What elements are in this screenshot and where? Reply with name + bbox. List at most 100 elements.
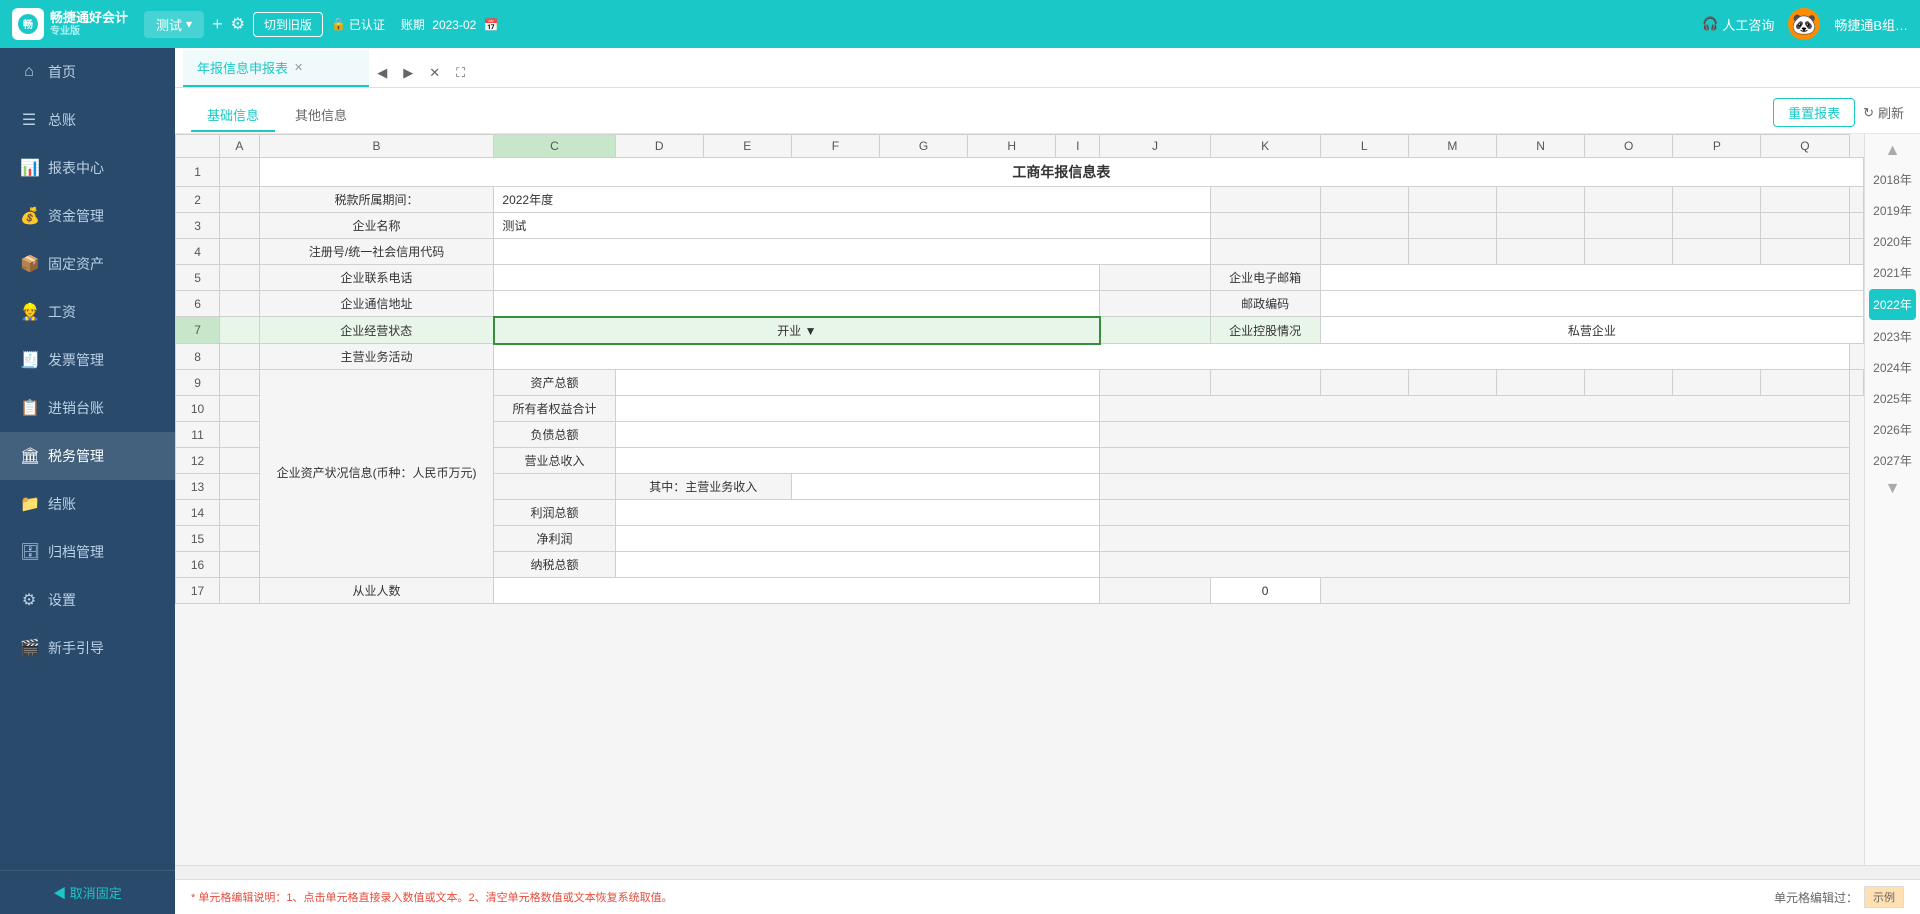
col-header-j[interactable]: J: [1100, 135, 1210, 158]
cell-4o[interactable]: [1673, 239, 1761, 265]
col-header-b[interactable]: B: [259, 135, 494, 158]
cell-10d[interactable]: [615, 396, 1100, 422]
cell-9i[interactable]: [1100, 370, 1210, 396]
cell-12a[interactable]: [220, 448, 260, 474]
cell-3a[interactable]: [220, 213, 260, 239]
cell-3j[interactable]: [1210, 213, 1320, 239]
cell-5k[interactable]: [1320, 265, 1863, 291]
cell-14rest[interactable]: [1100, 500, 1849, 526]
sidebar-item-固定资产[interactable]: 📦 固定资产: [0, 240, 175, 288]
cell-10rest[interactable]: [1100, 396, 1849, 422]
cell-9l[interactable]: [1408, 370, 1496, 396]
cell-6k[interactable]: [1320, 291, 1863, 317]
cell-9j[interactable]: [1210, 370, 1320, 396]
cell-3k[interactable]: [1320, 213, 1408, 239]
cell-2p[interactable]: [1761, 187, 1849, 213]
cell-5a[interactable]: [220, 265, 260, 291]
year-item-2026年[interactable]: 2026年: [1865, 414, 1920, 445]
sidebar-item-归档管理[interactable]: 🗄 归档管理: [0, 528, 175, 576]
col-header-a[interactable]: A: [220, 135, 260, 158]
sidebar-item-进销台账[interactable]: 📋 进销台账: [0, 384, 175, 432]
year-item-2025年[interactable]: 2025年: [1865, 383, 1920, 414]
cell-7a[interactable]: [220, 317, 260, 344]
col-header-k[interactable]: K: [1210, 135, 1320, 158]
col-header-o[interactable]: O: [1585, 135, 1673, 158]
cell-4j[interactable]: [1210, 239, 1320, 265]
cell-17k[interactable]: 0: [1210, 578, 1320, 604]
cell-16d[interactable]: [615, 552, 1100, 578]
add-icon[interactable]: +: [212, 14, 223, 35]
cell-4m[interactable]: [1496, 239, 1584, 265]
cell-16a[interactable]: [220, 552, 260, 578]
cell-5i[interactable]: [1100, 265, 1210, 291]
cell-4q[interactable]: [1849, 239, 1863, 265]
cell-11a[interactable]: [220, 422, 260, 448]
cell-2j[interactable]: [1210, 187, 1320, 213]
col-header-d[interactable]: D: [615, 135, 703, 158]
cell-4a[interactable]: [220, 239, 260, 265]
cell-3c[interactable]: 测试: [494, 213, 1210, 239]
tab-prev-button[interactable]: ◀: [369, 59, 395, 87]
cell-5c[interactable]: [494, 265, 1100, 291]
col-header-e[interactable]: E: [703, 135, 791, 158]
reset-report-button[interactable]: 重置报表: [1773, 98, 1855, 127]
cell-6c[interactable]: [494, 291, 1100, 317]
switch-version-button[interactable]: 切到旧版: [253, 12, 323, 37]
user-avatar[interactable]: 🐼: [1788, 8, 1820, 40]
cell-2o[interactable]: [1673, 187, 1761, 213]
col-header-p[interactable]: P: [1673, 135, 1761, 158]
tab-8[interactable]: 年报信息申报表✕: [183, 50, 369, 87]
cell-14a[interactable]: [220, 500, 260, 526]
cell-4c[interactable]: [494, 239, 1210, 265]
sidebar-item-新手引导[interactable]: 🎬 新手引导: [0, 624, 175, 672]
refresh-button[interactable]: ↻ 刷新: [1863, 98, 1904, 127]
cell-4k[interactable]: [1320, 239, 1408, 265]
cell-9m[interactable]: [1496, 370, 1584, 396]
cell-11rest[interactable]: [1100, 422, 1849, 448]
cell-8a[interactable]: [220, 344, 260, 370]
user-name[interactable]: 畅捷通B组…: [1834, 15, 1908, 34]
cell-13rest[interactable]: [1100, 474, 1849, 500]
year-item-2024年[interactable]: 2024年: [1865, 352, 1920, 383]
year-item-2027年[interactable]: 2027年: [1865, 445, 1920, 476]
tab-expand-button[interactable]: ⛶: [448, 59, 473, 87]
year-item-2021年[interactable]: 2021年: [1865, 257, 1920, 288]
year-item-2020年[interactable]: 2020年: [1865, 226, 1920, 257]
cell-12d[interactable]: [615, 448, 1100, 474]
sub-tab-basic[interactable]: 基础信息: [191, 99, 275, 132]
cell-2l[interactable]: [1408, 187, 1496, 213]
cell-2a[interactable]: [220, 187, 260, 213]
tab-close-icon-8[interactable]: ✕: [294, 61, 303, 74]
cell-9p[interactable]: [1761, 370, 1849, 396]
col-header-l[interactable]: L: [1320, 135, 1408, 158]
col-header-h[interactable]: H: [968, 135, 1056, 158]
year-item-2019年[interactable]: 2019年: [1865, 195, 1920, 226]
col-header-m[interactable]: M: [1408, 135, 1496, 158]
cell-7i[interactable]: [1100, 317, 1210, 344]
col-header-f[interactable]: F: [791, 135, 879, 158]
cell-4n[interactable]: [1585, 239, 1673, 265]
cell-13f[interactable]: [791, 474, 1099, 500]
cell-15a[interactable]: [220, 526, 260, 552]
sidebar-item-设置[interactable]: ⚙ 设置: [0, 576, 175, 624]
col-header-i[interactable]: I: [1056, 135, 1100, 158]
cell-title[interactable]: 工商年报信息表: [259, 158, 1863, 187]
sidebar-item-工资[interactable]: 👷 工资: [0, 288, 175, 336]
sidebar-item-税务管理[interactable]: 🏛 税务管理: [0, 432, 175, 480]
cell-7c[interactable]: 开业 ▼: [494, 317, 1100, 344]
cell-2k[interactable]: [1320, 187, 1408, 213]
cell-15d[interactable]: [615, 526, 1100, 552]
col-header-q[interactable]: Q: [1761, 135, 1849, 158]
year-panel-down[interactable]: ▼: [1881, 476, 1905, 502]
sub-tab-other[interactable]: 其他信息: [279, 99, 363, 132]
cell-12rest[interactable]: [1100, 448, 1849, 474]
pin-sidebar-button[interactable]: ◀ 取消固定: [0, 871, 175, 914]
cell-9a[interactable]: [220, 370, 260, 396]
sheet-scroll-area[interactable]: A B C D E F G H I J: [175, 134, 1864, 865]
horizontal-scrollbar[interactable]: [175, 865, 1920, 879]
cell-2q[interactable]: [1849, 187, 1863, 213]
cell-6i[interactable]: [1100, 291, 1210, 317]
cell-2c[interactable]: 2022年度: [494, 187, 1210, 213]
tab-close-all-button[interactable]: ✕: [421, 59, 448, 87]
cell-2m[interactable]: [1496, 187, 1584, 213]
